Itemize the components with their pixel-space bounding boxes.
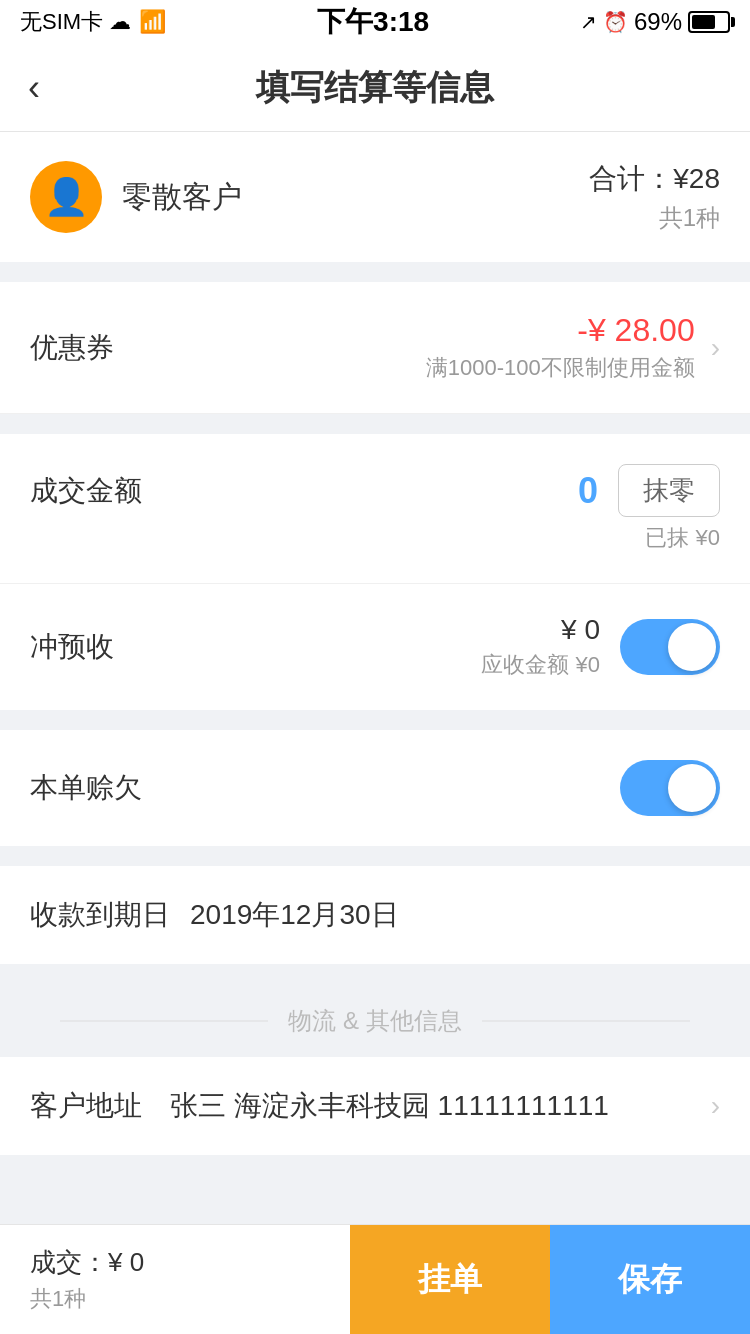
prepay-sub: 应收金额 ¥0 <box>481 650 600 680</box>
deal-label: 成交金额 <box>30 472 150 510</box>
page-title: 填写结算等信息 <box>256 65 494 111</box>
address-chevron-icon: › <box>711 1090 720 1122</box>
deal-sub: 已抹 ¥0 <box>30 523 720 553</box>
prepay-toggle[interactable] <box>620 619 720 675</box>
credit-section: 本单赊欠 <box>0 730 750 846</box>
deal-amount-input[interactable] <box>478 470 598 512</box>
status-right: ↗ ⏰ 69% <box>580 8 730 36</box>
deal-row-top: 成交金额 抹零 <box>30 464 720 517</box>
battery-icon <box>688 11 730 33</box>
status-left: 无SIM卡 ☁ 📶 <box>20 7 166 37</box>
coupon-info: -¥ 28.00 满1000-100不限制使用金额 <box>426 312 695 383</box>
time-display: 下午3:18 <box>317 3 429 41</box>
deal-row: 成交金额 抹零 已抹 ¥0 <box>0 434 750 584</box>
total-amount: 合计：¥28 <box>589 160 720 198</box>
bottom-count: 共1种 <box>30 1284 350 1314</box>
wifi-icon: 📶 <box>139 9 166 35</box>
coupon-right: -¥ 28.00 满1000-100不限制使用金额 › <box>426 312 720 383</box>
due-label: 收款到期日 <box>30 896 190 934</box>
transaction-section: 成交金额 抹零 已抹 ¥0 冲预收 ¥ 0 应收金额 ¥0 <box>0 434 750 710</box>
coupon-label: 优惠券 <box>30 329 150 367</box>
address-left: 客户地址 张三 海淀永丰科技园 11111111111 <box>30 1087 609 1125</box>
bottom-deal-amount: 成交：¥ 0 <box>30 1245 350 1280</box>
total-count: 共1种 <box>589 202 720 234</box>
customer-section: 👤 零散客户 合计：¥28 共1种 <box>0 132 750 262</box>
alarm-icon: ⏰ <box>603 10 628 34</box>
battery-percent: 69% <box>634 8 682 36</box>
customer-info: 👤 零散客户 <box>30 161 242 233</box>
nav-bar: ‹ 填写结算等信息 <box>0 44 750 132</box>
credit-toggle-thumb <box>668 764 716 812</box>
due-date: 2019年12月30日 <box>190 896 399 934</box>
toggle-thumb <box>668 623 716 671</box>
credit-toggle[interactable] <box>620 760 720 816</box>
bottom-bar: 成交：¥ 0 共1种 挂单 保存 <box>0 1224 750 1334</box>
prepay-right: ¥ 0 应收金额 ¥0 <box>481 614 720 680</box>
prepay-row: 冲预收 ¥ 0 应收金额 ¥0 <box>0 584 750 710</box>
prepay-amounts: ¥ 0 应收金额 ¥0 <box>481 614 600 680</box>
prepay-main: ¥ 0 <box>481 614 600 646</box>
prepay-label: 冲预收 <box>30 628 150 666</box>
coupon-section: 优惠券 -¥ 28.00 满1000-100不限制使用金额 › <box>0 282 750 414</box>
coupon-amount: -¥ 28.00 <box>426 312 695 349</box>
chevron-right-icon: › <box>711 332 720 364</box>
credit-label: 本单赊欠 <box>30 769 142 807</box>
customer-avatar: 👤 <box>30 161 102 233</box>
coupon-desc: 满1000-100不限制使用金额 <box>426 353 695 383</box>
status-bar: 无SIM卡 ☁ 📶 下午3:18 ↗ ⏰ 69% <box>0 0 750 44</box>
coupon-row[interactable]: 优惠券 -¥ 28.00 满1000-100不限制使用金额 › <box>0 282 750 414</box>
sim-label: 无SIM卡 ☁ <box>20 7 131 37</box>
main-content: 👤 零散客户 合计：¥28 共1种 优惠券 -¥ 28.00 满1000-100… <box>0 132 750 1305</box>
avatar-icon: 👤 <box>44 176 89 218</box>
back-button[interactable]: ‹ <box>28 67 40 109</box>
address-value: 张三 海淀永丰科技园 11111111111 <box>170 1087 609 1125</box>
save-button[interactable]: 保存 <box>550 1225 750 1335</box>
bottom-deal-value: ¥ 0 <box>108 1247 144 1277</box>
bottom-info: 成交：¥ 0 共1种 <box>0 1245 350 1314</box>
due-date-section: 收款到期日 2019年12月30日 <box>0 866 750 964</box>
address-label: 客户地址 <box>30 1087 150 1125</box>
hold-order-button[interactable]: 挂单 <box>350 1225 550 1335</box>
logistics-header: 物流 & 其他信息 <box>0 984 750 1057</box>
bottom-deal-label: 成交： <box>30 1247 108 1277</box>
location-icon: ↗ <box>580 10 597 34</box>
customer-name: 零散客户 <box>122 177 242 218</box>
address-section[interactable]: 客户地址 张三 海淀永丰科技园 11111111111 › <box>0 1057 750 1155</box>
customer-total: 合计：¥28 共1种 <box>589 160 720 234</box>
round-zero-button[interactable]: 抹零 <box>618 464 720 517</box>
logistics-label: 物流 & 其他信息 <box>268 1007 481 1034</box>
